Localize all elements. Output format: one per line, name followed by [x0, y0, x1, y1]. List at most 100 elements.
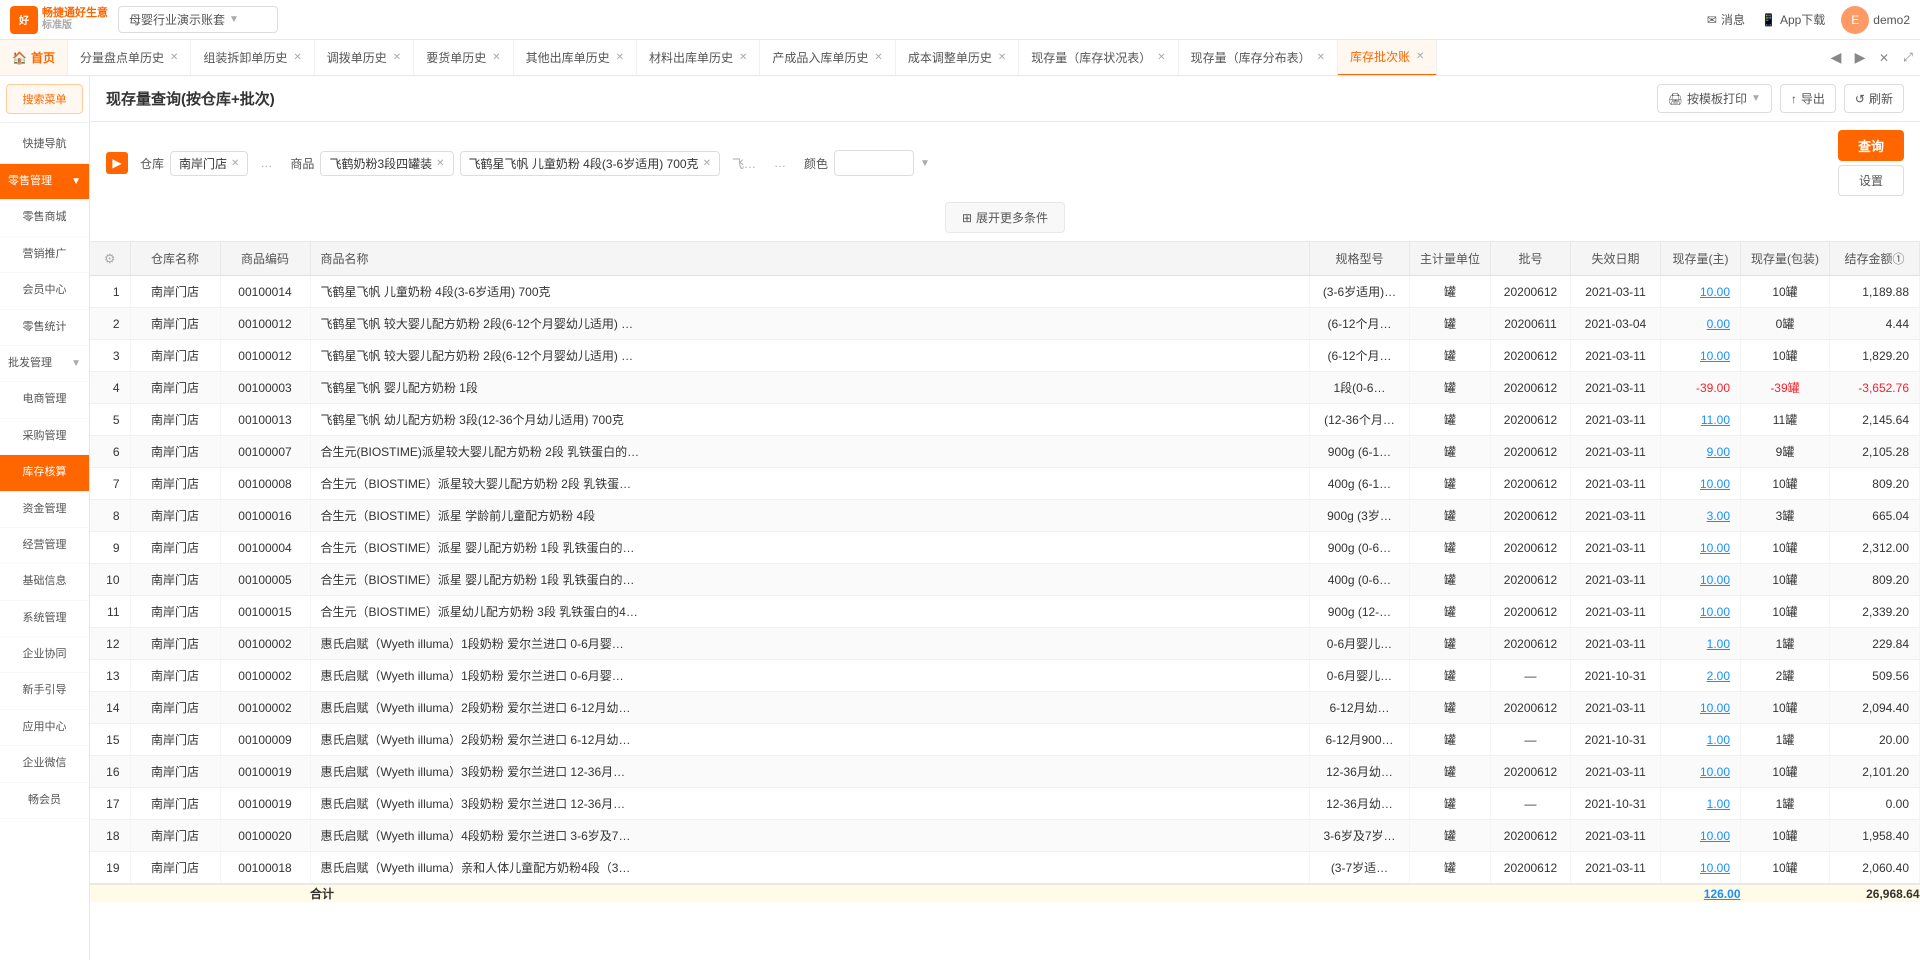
sidebar-item-finance[interactable]: 资金管理: [0, 492, 89, 528]
row-stock-main[interactable]: -39.00: [1661, 372, 1741, 404]
filter-goods-tag-1[interactable]: 飞鹤奶粉3段四罐装 ✕: [320, 151, 453, 176]
row-warehouse: 南岸门店: [130, 500, 220, 532]
row-stock-main[interactable]: 1.00: [1661, 724, 1741, 756]
tab-2[interactable]: 组装拆卸单历史 ✕: [191, 40, 314, 76]
row-stock-main[interactable]: 10.00: [1661, 468, 1741, 500]
row-expire: 2021-03-11: [1571, 340, 1661, 372]
nav-prev-arrow[interactable]: ◀: [1824, 40, 1848, 76]
sidebar-item-wechat[interactable]: 企业微信: [0, 746, 89, 782]
filter-arrow-icon[interactable]: ▶: [106, 152, 128, 174]
tab-close-4[interactable]: ✕: [492, 52, 500, 63]
filter-goods-tag-2[interactable]: 飞鹤星飞帆 儿童奶粉 4段(3-6岁适用) 700克 ✕: [460, 151, 720, 176]
row-spec: 6-12月幼…: [1309, 692, 1409, 724]
row-stock-main[interactable]: 11.00: [1661, 404, 1741, 436]
warehouse-remove-icon[interactable]: ✕: [231, 158, 239, 169]
quick-nav-btn[interactable]: 快捷导航: [0, 129, 89, 157]
nav-maximize[interactable]: ⤢: [1896, 40, 1920, 76]
sidebar-item-appstore[interactable]: 应用中心: [0, 710, 89, 746]
user-menu[interactable]: E demo2: [1841, 6, 1910, 34]
tab-close-11[interactable]: ✕: [1416, 51, 1424, 62]
sidebar-item-member2[interactable]: 畅会员: [0, 783, 89, 819]
row-code: 00100012: [220, 308, 310, 340]
row-stock-main[interactable]: 10.00: [1661, 852, 1741, 885]
row-stock-main[interactable]: 10.00: [1661, 276, 1741, 308]
tab-home[interactable]: 🏠 首页: [0, 40, 68, 76]
goods-tag2-remove-icon[interactable]: ✕: [703, 158, 711, 169]
tab-close-6[interactable]: ✕: [739, 52, 747, 63]
template-print-btn[interactable]: 🖨 按模板打印 ▼: [1657, 84, 1772, 113]
goods-more[interactable]: …: [768, 153, 792, 173]
tab-close-2[interactable]: ✕: [293, 52, 301, 63]
tab-10[interactable]: 现存量（库存分布表） ✕: [1179, 40, 1338, 76]
row-stock-main[interactable]: 10.00: [1661, 692, 1741, 724]
refresh-btn[interactable]: ↺ 刷新: [1844, 84, 1904, 113]
sidebar-item-member[interactable]: 会员中心: [0, 273, 89, 309]
row-idx: 9: [90, 532, 130, 564]
sidebar-item-ecommerce[interactable]: 电商管理: [0, 382, 89, 418]
nav-next-arrow[interactable]: ▶: [1848, 40, 1872, 76]
tab-4[interactable]: 要货单历史 ✕: [414, 40, 513, 76]
messages-btn[interactable]: ✉ 消息: [1707, 11, 1745, 28]
goods-more-tag[interactable]: 飞…: [726, 152, 762, 175]
nav-close-all[interactable]: ✕: [1872, 40, 1896, 76]
col-settings[interactable]: ⚙: [90, 242, 130, 276]
expand-more-btn[interactable]: ⊞ 展开更多条件: [945, 202, 1065, 233]
warehouse-more[interactable]: …: [254, 153, 278, 173]
download-btn[interactable]: 📱 App下载: [1761, 11, 1825, 28]
sidebar-item-inventory[interactable]: 库存核算: [0, 455, 89, 491]
sidebar-item-marketing[interactable]: 营销推广: [0, 237, 89, 273]
sidebar-item-enterprise[interactable]: 企业协同: [0, 637, 89, 673]
tab-close-3[interactable]: ✕: [393, 52, 401, 63]
tab-7[interactable]: 产成品入库单历史 ✕: [760, 40, 895, 76]
tab-close-1[interactable]: ✕: [170, 52, 178, 63]
settings-btn[interactable]: 设置: [1838, 165, 1904, 196]
tab-6[interactable]: 材料出库单历史 ✕: [637, 40, 760, 76]
row-stock-main[interactable]: 10.00: [1661, 564, 1741, 596]
row-stock-main[interactable]: 10.00: [1661, 340, 1741, 372]
row-stock-main[interactable]: 1.00: [1661, 788, 1741, 820]
row-unit: 罐: [1409, 276, 1490, 308]
export-btn[interactable]: ↑ 导出: [1780, 84, 1836, 113]
tab-9[interactable]: 现存量（库存状况表） ✕: [1019, 40, 1178, 76]
sidebar-item-purchase[interactable]: 采购管理: [0, 419, 89, 455]
sidebar-item-basic-info[interactable]: 基础信息: [0, 564, 89, 600]
tab-close-8[interactable]: ✕: [998, 52, 1006, 63]
sidebar-item-retail-mgmt[interactable]: 零售管理 ▼: [0, 164, 89, 200]
tab-8[interactable]: 成本调整单历史 ✕: [896, 40, 1019, 76]
nav-tabs: 🏠 首页 分量盘点单历史 ✕ 组装拆卸单历史 ✕ 调拨单历史 ✕ 要货单历史 ✕…: [0, 40, 1920, 76]
tab-close-10[interactable]: ✕: [1317, 52, 1325, 63]
tab-close-9[interactable]: ✕: [1157, 52, 1165, 63]
row-code: 00100003: [220, 372, 310, 404]
settings-icon[interactable]: ⚙: [104, 251, 116, 266]
tab-5[interactable]: 其他出库单历史 ✕: [514, 40, 637, 76]
filter-color-input[interactable]: [834, 150, 914, 176]
sidebar-item-system[interactable]: 系统管理: [0, 601, 89, 637]
row-batch: 20200611: [1491, 308, 1571, 340]
row-stock-main[interactable]: 10.00: [1661, 596, 1741, 628]
row-stock-main[interactable]: 10.00: [1661, 820, 1741, 852]
filter-warehouse-tag[interactable]: 南岸门店 ✕: [170, 151, 248, 176]
row-stock-main[interactable]: 10.00: [1661, 532, 1741, 564]
sidebar-item-wholesale[interactable]: 批发管理 ▼: [0, 346, 89, 382]
sidebar-item-retail-mall[interactable]: 零售商城: [0, 200, 89, 236]
tab-close-5[interactable]: ✕: [616, 52, 624, 63]
row-stock-main[interactable]: 1.00: [1661, 628, 1741, 660]
row-stock-main[interactable]: 0.00: [1661, 308, 1741, 340]
query-btn[interactable]: 查询: [1838, 130, 1904, 161]
goods-tag1-remove-icon[interactable]: ✕: [436, 158, 444, 169]
filter-expand-btn[interactable]: ▶: [106, 152, 128, 174]
tab-1[interactable]: 分量盘点单历史 ✕: [68, 40, 191, 76]
sidebar-item-operations[interactable]: 经营管理: [0, 528, 89, 564]
tab-3[interactable]: 调拨单历史 ✕: [315, 40, 414, 76]
sidebar-item-retail-stats[interactable]: 零售统计: [0, 310, 89, 346]
org-selector[interactable]: 母婴行业演示账套 ▼: [118, 6, 278, 33]
row-stock-main[interactable]: 10.00: [1661, 756, 1741, 788]
tab-close-7[interactable]: ✕: [874, 52, 882, 63]
row-stock-main[interactable]: 3.00: [1661, 500, 1741, 532]
row-stock-main[interactable]: 9.00: [1661, 436, 1741, 468]
row-stock-main[interactable]: 2.00: [1661, 660, 1741, 692]
sidebar-item-guide[interactable]: 新手引导: [0, 673, 89, 709]
row-amount: 509.56: [1830, 660, 1920, 692]
tab-11[interactable]: 库存批次账 ✕: [1338, 40, 1437, 76]
search-menu-btn[interactable]: 搜索菜单: [6, 84, 83, 114]
